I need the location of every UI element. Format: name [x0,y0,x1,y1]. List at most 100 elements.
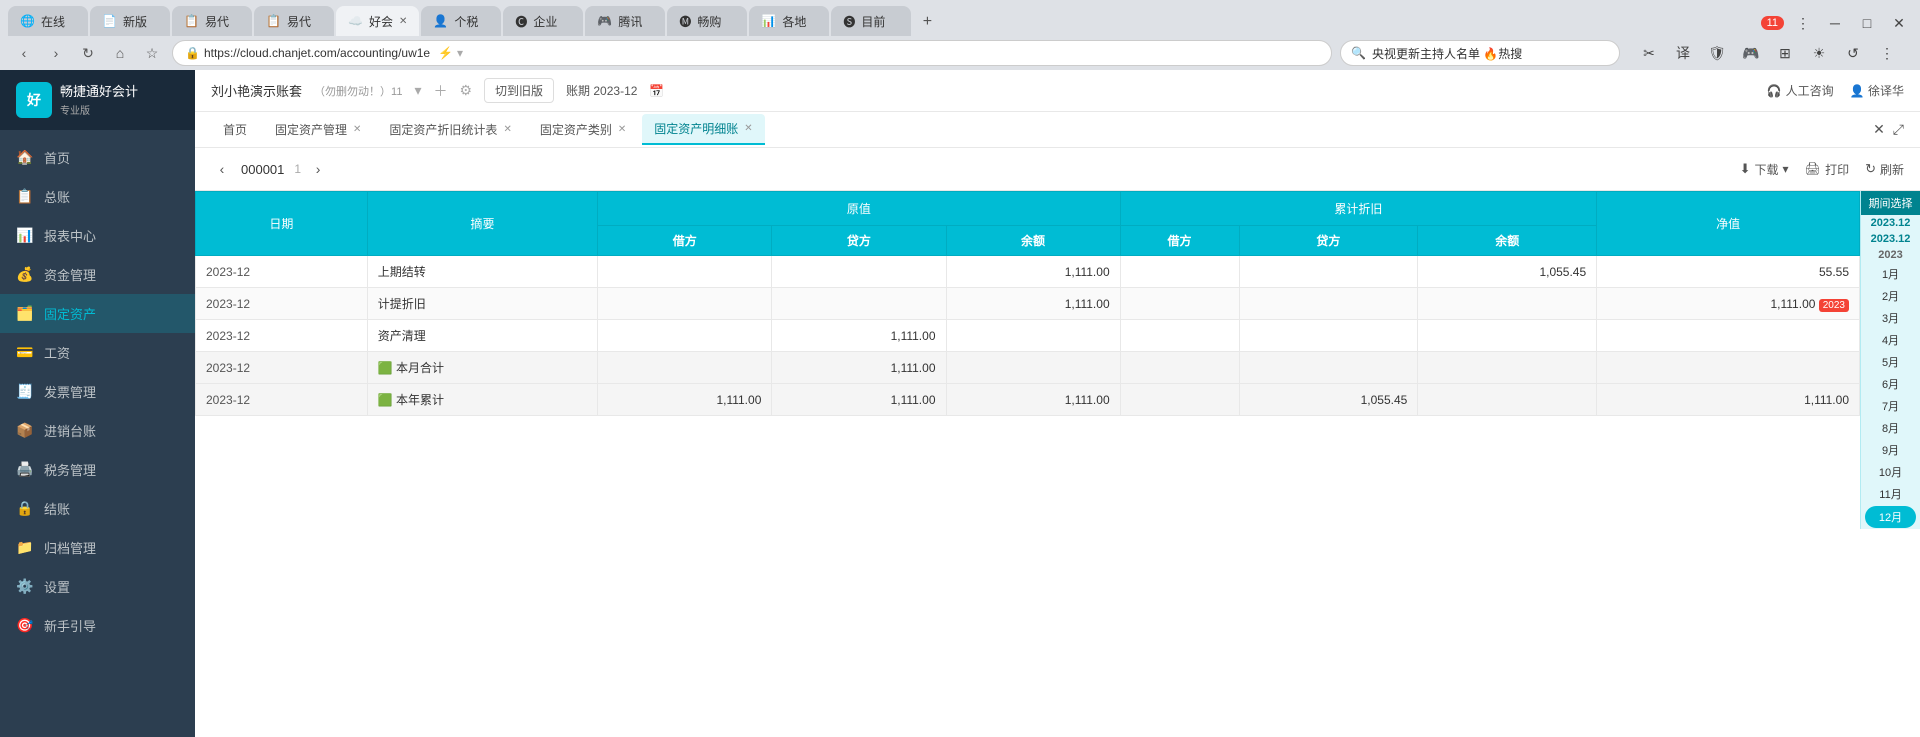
period-month-item[interactable]: 9月 [1861,439,1920,461]
scissors-icon[interactable]: ✂ [1636,40,1662,66]
service-button[interactable]: 🎧 人工咨询 [1767,82,1834,99]
table-row: 2023-12🟩 本年累计1,111.001,111.001,111.001,0… [196,384,1860,416]
user-menu[interactable]: 👤 徐译华 [1850,82,1904,99]
tab-muqian[interactable]: 🅢 目前 [831,6,911,36]
period-year: 2023 [1861,247,1920,263]
next-arrow[interactable]: › [307,158,329,180]
sidebar-item-trade[interactable]: 📦 进销台账 [0,411,195,450]
home-button[interactable]: ⌂ [108,41,132,65]
dropdown-icon[interactable]: ▾ [414,82,421,99]
tab-cat-close[interactable]: ✕ [618,124,626,135]
period-month-item[interactable]: 8月 [1861,417,1920,439]
sidebar-item-funds[interactable]: 💰 资金管理 [0,255,195,294]
col-dep-balance: 余额 [1418,226,1597,256]
period-month-item[interactable]: 2月 [1861,285,1920,307]
period-selected-top[interactable]: 2023.12 [1861,215,1920,231]
back-button[interactable]: ‹ [12,41,36,65]
game-icon[interactable]: 🎮 [1738,40,1764,66]
settings-account-icon[interactable]: ⚙ [459,82,472,99]
bookmark-button[interactable]: ☆ [140,41,164,65]
tab-yidai2[interactable]: 📋 易代 [254,6,334,36]
url-input[interactable]: 🔒 https://cloud.chanjet.com/accounting/u… [172,40,1332,66]
tab-qiye[interactable]: 🅒 企业 [503,6,583,36]
shield-icon[interactable]: 🛡 [1704,40,1730,66]
tab-gedi[interactable]: 📊 各地 [749,6,829,36]
tab-asset-category[interactable]: 固定资产类别 ✕ [528,115,638,144]
more-icon[interactable]: ⋮ [1874,40,1900,66]
tab-detail-close[interactable]: ✕ [744,123,752,134]
period-month-item[interactable]: 7月 [1861,395,1920,417]
refresh-label: 刷新 [1880,161,1904,178]
tab-icon: 🎮 [597,14,612,28]
tab-actions: ✕ ⤢ [1873,121,1904,138]
tab-haohui[interactable]: ☁️ 好会 ✕ [336,6,419,36]
reload-button[interactable]: ↻ [76,41,100,65]
browser-menu-icon[interactable]: ⋮ [1790,10,1816,36]
tab-yidai1[interactable]: 📋 易代 [172,6,252,36]
period-month-item[interactable]: 3月 [1861,307,1920,329]
period-month-item[interactable]: 12月 [1865,506,1916,528]
period-month-item[interactable]: 4月 [1861,329,1920,351]
tab-icon: 👤 [433,14,448,28]
expand-tab-action[interactable]: ⤢ [1893,121,1904,138]
sidebar-item-home[interactable]: 🏠 首页 [0,138,195,177]
sidebar-item-invoice[interactable]: 🧾 发票管理 [0,372,195,411]
sidebar-item-reports[interactable]: 📊 报表中心 [0,216,195,255]
undo-icon[interactable]: ↺ [1840,40,1866,66]
grid-icon[interactable]: ⊞ [1772,40,1798,66]
tab-assets-close[interactable]: ✕ [353,124,361,135]
sidebar-item-settings[interactable]: ⚙️ 设置 [0,567,195,606]
period-month-item[interactable]: 5月 [1861,351,1920,373]
tab-label: 腾讯 [618,13,642,30]
tab-dep-close[interactable]: ✕ [503,124,511,135]
salary-nav-icon: 💳 [16,344,34,361]
tab-icon: ☁️ [348,14,363,28]
print-icon: 🖨 [1805,161,1822,177]
sidebar-item-close[interactable]: 🔒 结账 [0,489,195,528]
close-tab-action[interactable]: ✕ [1873,121,1885,138]
period-month-item[interactable]: 11月 [1861,483,1920,505]
close-window-icon[interactable]: ✕ [1886,10,1912,36]
tab-depreciation-stats[interactable]: 固定资产折旧统计表 ✕ [377,115,523,144]
tab-online[interactable]: 🌐 在线 [8,6,88,36]
close-nav-icon: 🔒 [16,500,34,517]
forward-button[interactable]: › [44,41,68,65]
calendar-icon[interactable]: 📅 [649,84,664,98]
period-month-item[interactable]: 10月 [1861,461,1920,483]
period-month-item[interactable]: 1月 [1861,263,1920,285]
theme-icon[interactable]: ☀ [1806,40,1832,66]
sidebar-item-ledger[interactable]: 📋 总账 [0,177,195,216]
sidebar-item-salary[interactable]: 💳 工资 [0,333,195,372]
tab-fixed-assets-mgmt[interactable]: 固定资产管理 ✕ [263,115,373,144]
sidebar-item-guide[interactable]: 🎯 新手引导 [0,606,195,645]
tab-tengxun[interactable]: 🎮 腾讯 [585,6,665,36]
sidebar-item-archive[interactable]: 📁 归档管理 [0,528,195,567]
period-selected-bottom[interactable]: 2023.12 [1861,231,1920,247]
tab-chang[interactable]: 🅜 畅购 [667,6,747,36]
header-right: 🎧 人工咨询 👤 徐译华 [1767,82,1904,99]
tab-new[interactable]: 📄 新版 [90,6,170,36]
translate-icon[interactable]: 译 [1670,40,1696,66]
add-account-icon[interactable]: ＋ [433,81,447,101]
minimize-icon[interactable]: ─ [1822,10,1848,36]
maximize-icon[interactable]: □ [1854,10,1880,36]
download-button[interactable]: ⬇ 下载 ▾ [1740,161,1789,178]
tab-geshui[interactable]: 👤 个税 [421,6,501,36]
search-bar[interactable]: 🔍 央视更新主持人名单 🔥热搜 [1340,40,1620,66]
tab-close-icon[interactable]: ✕ [399,16,407,27]
sidebar-item-tax[interactable]: 🖨️ 税务管理 [0,450,195,489]
tab-asset-detail[interactable]: 固定资产明细账 ✕ [642,114,764,145]
prev-arrow[interactable]: ‹ [211,158,233,180]
print-button[interactable]: 🖨 打印 [1805,161,1850,178]
period-month-item[interactable]: 6月 [1861,373,1920,395]
account-name: 刘小艳演示账套 [211,81,302,100]
new-tab-button[interactable]: + [913,8,941,36]
tab-dep-label: 固定资产折旧统计表 [389,121,497,138]
switch-version-button[interactable]: 切到旧版 [484,78,554,103]
table-row: 2023-12计提折旧1,111.001,111.00 2023 [196,288,1860,320]
period-header: 期间选择 [1861,191,1920,215]
sidebar-item-fixed-assets[interactable]: 🗂️ 固定资产 [0,294,195,333]
refresh-button[interactable]: ↻ 刷新 [1865,161,1904,178]
tab-home[interactable]: 首页 [211,115,259,144]
sidebar-label-ledger: 总账 [44,187,70,206]
